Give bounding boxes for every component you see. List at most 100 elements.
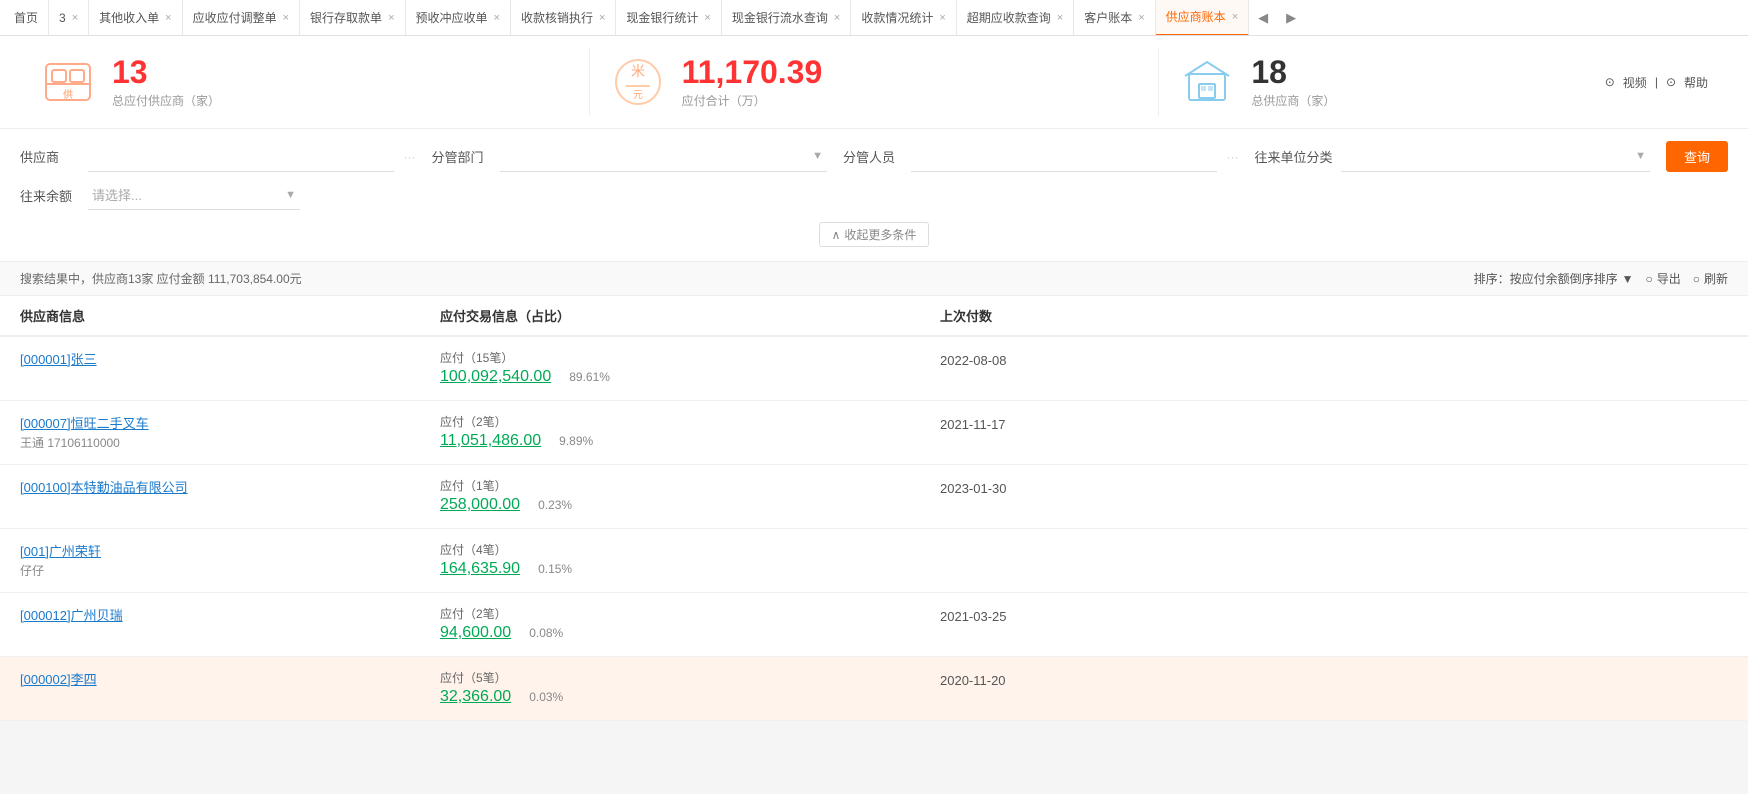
supplier-sub-3: 仔仔 <box>20 562 440 579</box>
filter-row-1: 供应商 ··· 分管部门 ▼ 分管人员 ··· 往来单位分类 ▼ 查询 <box>20 141 1728 172</box>
supplier-filter-input[interactable] <box>88 142 394 172</box>
trans-percent-1: 9.89% <box>559 434 593 448</box>
data-table: 供应商信息 应付交易信息（占比） 上次付数 [000001]张三 应付（15笔）… <box>0 296 1748 721</box>
supplier-link-0[interactable]: [000001]张三 <box>20 349 440 368</box>
filter-balance: 往来余额 请选择... ▼ <box>20 180 300 210</box>
nav-tab-cash-bank-stat-close[interactable]: × <box>704 12 710 24</box>
nav-tab-bank-deposit-label: 银行存取款单 <box>310 9 382 26</box>
filter-supplier: 供应商 ··· <box>20 142 416 172</box>
collapse-button[interactable]: ∧ 收起更多条件 <box>819 222 930 247</box>
supplier-link-5[interactable]: [000002]李四 <box>20 669 440 688</box>
last-pay-date-0: 2022-08-08 <box>940 353 1007 368</box>
nav-tab-ar-ap-adjust-label: 应收应付调整单 <box>193 9 277 26</box>
query-button[interactable]: 查询 <box>1666 141 1728 172</box>
video-link[interactable]: 视频 <box>1623 74 1647 91</box>
nav-tab-bank-deposit[interactable]: 银行存取款单 × <box>300 0 405 36</box>
nav-tab-receipt-stat-label: 收款情况统计 <box>861 9 933 26</box>
nav-tab-cash-bank-stat[interactable]: 现金银行统计 × <box>616 0 721 36</box>
table-header: 供应商信息 应付交易信息（占比） 上次付数 <box>0 296 1748 337</box>
unit-class-filter-select[interactable]: ▼ <box>1341 142 1650 172</box>
results-summary-text: 搜索结果中，供应商13家 应付金额 111,703,854.00元 <box>20 270 302 287</box>
nav-tab-customer-ledger-close[interactable]: × <box>1138 12 1144 24</box>
trans-label-3: 应付（4笔） <box>440 541 940 558</box>
cell-supplier-4: [000012]广州贝瑞 <box>20 605 440 624</box>
sort-control[interactable]: 排序：按应付余额倒序排序 ▼ <box>1474 270 1634 287</box>
trans-row-3: 164,635.90 0.15% <box>440 558 940 580</box>
trans-amount-5[interactable]: 32,366.00 <box>440 688 511 706</box>
trans-percent-2: 0.23% <box>538 498 572 512</box>
nav-tab-overdue-ar-close[interactable]: × <box>1057 12 1063 24</box>
nav-tab-receipt-stat-close[interactable]: × <box>939 12 945 24</box>
supplier-filter-label: 供应商 <box>20 147 80 166</box>
nav-tab-supplier-ledger[interactable]: 供应商账本 × <box>1156 0 1249 36</box>
balance-filter-select[interactable]: 请选择... ▼ <box>88 180 300 210</box>
table-row: [000100]本特勤油品有限公司 应付（1笔） 258,000.00 0.23… <box>0 465 1748 529</box>
cell-last-pay-2: 2023-01-30 <box>940 477 1728 496</box>
nav-tab-receipt-verify-label: 收款核销执行 <box>521 9 593 26</box>
supplier-link-2[interactable]: [000100]本特勤油品有限公司 <box>20 477 440 496</box>
trans-amount-4[interactable]: 94,600.00 <box>440 624 511 642</box>
nav-tab-3-close[interactable]: × <box>72 12 78 24</box>
nav-scroll-left[interactable]: ◀ <box>1249 0 1277 36</box>
dept-select-arrow: ▼ <box>812 150 823 162</box>
cell-transaction-1: 应付（2笔） 11,051,486.00 9.89% <box>440 413 940 452</box>
nav-tab-customer-ledger[interactable]: 客户账本 × <box>1074 0 1155 36</box>
supplier-link-3[interactable]: [001]广州荣轩 <box>20 541 440 560</box>
trans-percent-3: 0.15% <box>538 562 572 576</box>
nav-tab-receipt-verify-close[interactable]: × <box>599 12 605 24</box>
nav-tab-receipt-stat[interactable]: 收款情况统计 × <box>851 0 956 36</box>
cell-supplier-1: [000007]恒旺二手叉车 王通 17106110000 <box>20 413 440 451</box>
trans-amount-1[interactable]: 11,051,486.00 <box>440 432 541 450</box>
unit-class-filter-label: 往来单位分类 <box>1255 147 1333 166</box>
nav-tab-ar-ap-adjust-close[interactable]: × <box>283 12 289 24</box>
summary-num-total: 18 <box>1251 56 1335 88</box>
summary-card-total: 18 总供应商（家） ⊙ 视频 | ⊙ 帮助 <box>1159 48 1728 116</box>
trans-percent-5: 0.03% <box>529 690 563 704</box>
supplier-link-4[interactable]: [000012]广州贝瑞 <box>20 605 440 624</box>
trans-label-0: 应付（15笔） <box>440 349 940 366</box>
cell-supplier-3: [001]广州荣轩 仔仔 <box>20 541 440 579</box>
cell-transaction-5: 应付（5笔） 32,366.00 0.03% <box>440 669 940 708</box>
export-icon: ○ <box>1645 272 1652 286</box>
export-button[interactable]: ○ 导出 <box>1645 270 1680 287</box>
summary-text-suppliers: 13 总应付供应商（家） <box>112 56 220 109</box>
nav-tab-supplier-ledger-close[interactable]: × <box>1232 11 1238 23</box>
trans-label-1: 应付（2笔） <box>440 413 940 430</box>
person-input-dots: ··· <box>1227 150 1239 164</box>
trans-amount-2[interactable]: 258,000.00 <box>440 496 520 514</box>
nav-tab-overdue-ar[interactable]: 超期应收款查询 × <box>957 0 1074 36</box>
nav-tab-bank-deposit-close[interactable]: × <box>388 12 394 24</box>
person-filter-label: 分管人员 <box>843 147 903 166</box>
nav-tab-other-income-label: 其他收入单 <box>99 9 159 26</box>
svg-text:供: 供 <box>63 88 73 101</box>
dept-filter-select[interactable]: ▼ <box>500 142 828 172</box>
summary-label-total: 总供应商（家） <box>1251 92 1335 109</box>
nav-tab-other-income-close[interactable]: × <box>165 12 171 24</box>
nav-tab-home[interactable]: 首页 <box>4 0 49 36</box>
nav-tab-prepay-ar-close[interactable]: × <box>494 12 500 24</box>
nav-tab-receipt-verify[interactable]: 收款核销执行 × <box>511 0 616 36</box>
nav-tab-3[interactable]: 3 × <box>49 0 89 36</box>
nav-tab-ar-ap-adjust[interactable]: 应收应付调整单 × <box>183 0 300 36</box>
sort-label: 排序：按应付余额倒序排序 <box>1474 270 1618 287</box>
refresh-button[interactable]: ○ 刷新 <box>1693 270 1728 287</box>
trans-row-4: 94,600.00 0.08% <box>440 622 940 644</box>
supplier-link-1[interactable]: [000007]恒旺二手叉车 <box>20 413 440 432</box>
trans-amount-3[interactable]: 164,635.90 <box>440 560 520 578</box>
trans-amount-0[interactable]: 100,092,540.00 <box>440 368 551 386</box>
nav-tab-cash-bank-flow[interactable]: 现金银行流水查询 × <box>722 0 851 36</box>
supplier-input-dots: ··· <box>404 150 416 164</box>
top-nav: 首页 3 × 其他收入单 × 应收应付调整单 × 银行存取款单 × 预收冲应收单… <box>0 0 1748 36</box>
nav-scroll-right[interactable]: ▶ <box>1277 0 1305 36</box>
help-link[interactable]: 帮助 <box>1684 74 1708 91</box>
nav-tab-prepay-ar[interactable]: 预收冲应收单 × <box>406 0 511 36</box>
refresh-icon: ○ <box>1693 272 1700 286</box>
table-row: [000007]恒旺二手叉车 王通 17106110000 应付（2笔） 11,… <box>0 401 1748 465</box>
nav-tab-cash-bank-flow-close[interactable]: × <box>834 12 840 24</box>
summary-bar: 供 13 总应付供应商（家） 米 元 11,170.39 应付合计（万） <box>0 36 1748 129</box>
summary-num-suppliers: 13 <box>112 56 220 88</box>
summary-card3-inner: 18 总供应商（家） <box>1179 54 1335 110</box>
nav-tab-other-income[interactable]: 其他收入单 × <box>89 0 182 36</box>
cell-transaction-3: 应付（4笔） 164,635.90 0.15% <box>440 541 940 580</box>
person-filter-input[interactable] <box>911 142 1217 172</box>
